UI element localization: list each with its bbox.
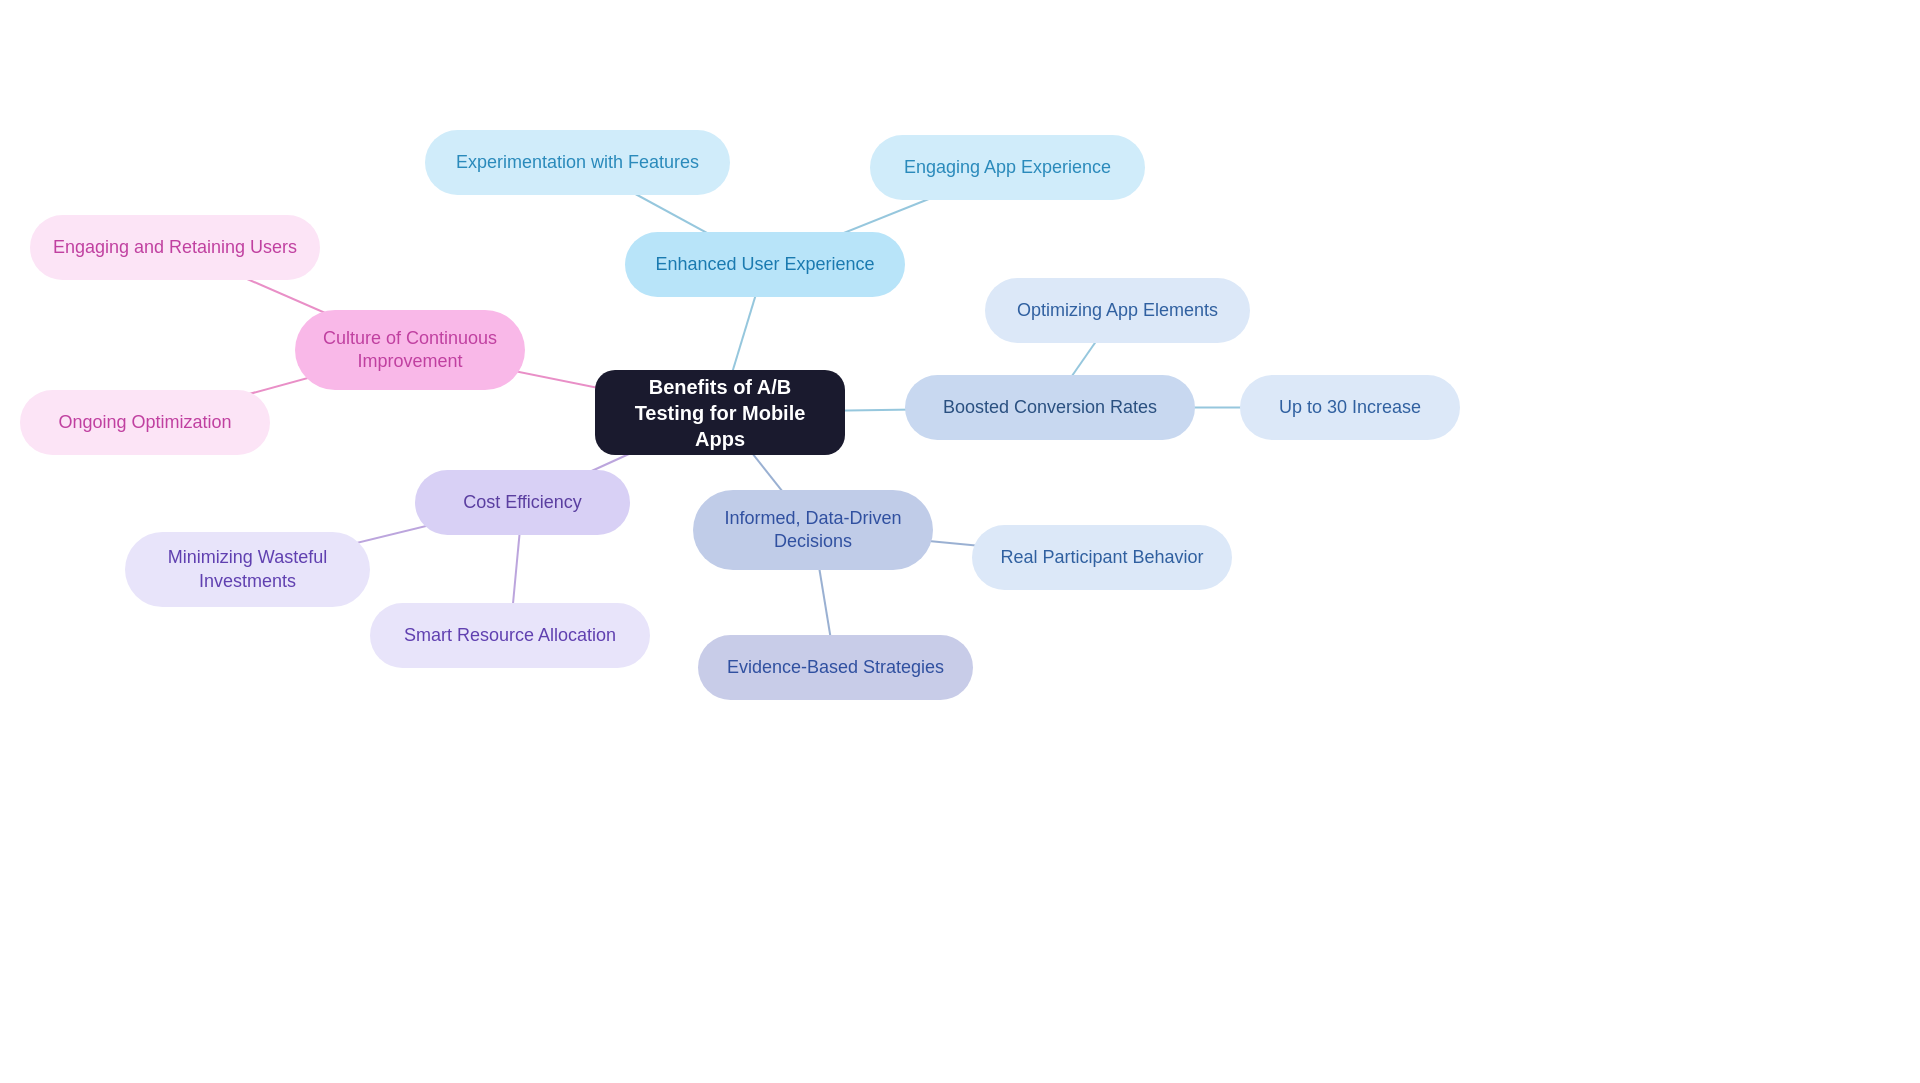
enhanced-ux-node: Enhanced User Experience — [625, 232, 905, 297]
smart-resource-node: Smart Resource Allocation — [370, 603, 650, 668]
boosted-conversion-node: Boosted Conversion Rates — [905, 375, 1195, 440]
ongoing-optimization-node: Ongoing Optimization — [20, 390, 270, 455]
engaging-retaining-node: Engaging and Retaining Users — [30, 215, 320, 280]
real-participant-node: Real Participant Behavior — [972, 525, 1232, 590]
experimentation-node: Experimentation with Features — [425, 130, 730, 195]
minimizing-node: Minimizing WastefulInvestments — [125, 532, 370, 607]
cost-efficiency-node: Cost Efficiency — [415, 470, 630, 535]
evidence-node: Evidence-Based Strategies — [698, 635, 973, 700]
center-node: Benefits of A/B Testing for Mobile Apps — [595, 370, 845, 455]
up30-node: Up to 30 Increase — [1240, 375, 1460, 440]
data-driven-node: Informed, Data-DrivenDecisions — [693, 490, 933, 570]
engaging-app-node: Engaging App Experience — [870, 135, 1145, 200]
optimizing-node: Optimizing App Elements — [985, 278, 1250, 343]
culture-node: Culture of ContinuousImprovement — [295, 310, 525, 390]
